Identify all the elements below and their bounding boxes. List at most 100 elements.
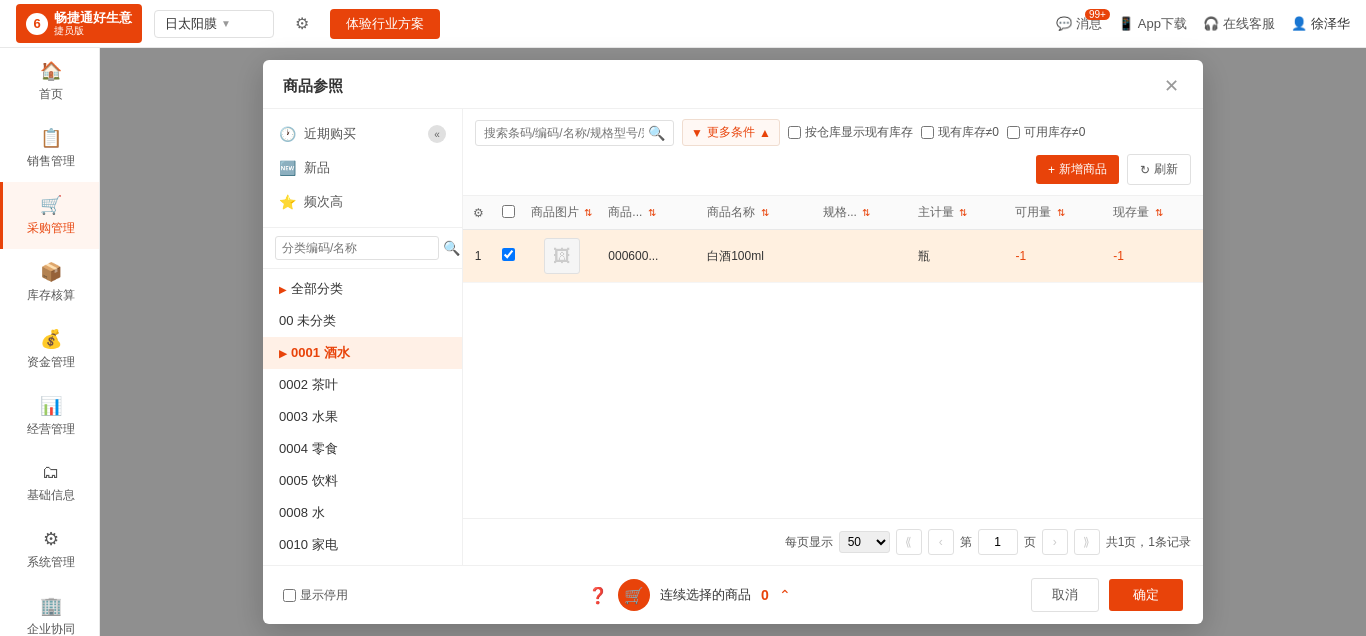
cancel-button[interactable]: 取消	[1031, 578, 1099, 612]
warehouse-checkbox[interactable]	[788, 126, 801, 139]
row-checkbox[interactable]	[502, 248, 515, 261]
sidebar-item-sales[interactable]: 📋 销售管理	[0, 115, 99, 182]
table-header-unit[interactable]: 主计量 ⇅	[910, 196, 1008, 230]
store-name: 日太阳膜	[165, 15, 217, 33]
headset-icon: 🎧	[1203, 16, 1219, 31]
warehouse-checkbox-label[interactable]: 按仓库显示现有库存	[788, 124, 913, 141]
table-header-available[interactable]: 可用量 ⇅	[1007, 196, 1105, 230]
modal-title: 商品参照	[283, 77, 343, 96]
sidebar-item-inventory[interactable]: 📦 库存核算	[0, 249, 99, 316]
online-service-button[interactable]: 🎧 在线客服	[1203, 15, 1275, 33]
per-page-select[interactable]: 50 20 100	[839, 531, 890, 553]
category-search-icon[interactable]: 🔍	[443, 240, 460, 256]
collapse-footer-icon[interactable]: ⌃	[779, 587, 791, 603]
table-header-spec[interactable]: 规格... ⇅	[815, 196, 910, 230]
quick-item-new[interactable]: 🆕 新品	[263, 151, 462, 185]
cat-item-0001[interactable]: ▶ 0001 酒水	[263, 337, 462, 369]
stock-checkbox[interactable]	[921, 126, 934, 139]
quick-item-recent[interactable]: 🕐 近期购买 «	[263, 117, 462, 151]
page-suffix: 页	[1024, 534, 1036, 551]
new-icon: 🆕	[279, 160, 296, 176]
cat-item-0004[interactable]: 0004 零食	[263, 433, 462, 465]
avatar: 👤	[1291, 16, 1307, 31]
app-download-button[interactable]: 📱 App下载	[1118, 15, 1187, 33]
system-icon: ⚙	[43, 528, 59, 550]
sort-icon-unit: ⇅	[959, 207, 967, 218]
cat-item-0008[interactable]: 0008 水	[263, 497, 462, 529]
total-info: 共1页，1条记录	[1106, 534, 1191, 551]
cat-item-0008-label: 0008 水	[279, 504, 325, 522]
table-header-checkbox[interactable]	[493, 196, 523, 230]
sidebar-item-purchase[interactable]: 🛒 采购管理	[0, 182, 99, 249]
sidebar-item-finance[interactable]: 💰 资金管理	[0, 316, 99, 383]
show-disabled-text: 显示停用	[300, 587, 348, 604]
user-name: 徐泽华	[1311, 15, 1350, 33]
row-checkbox-cell[interactable]	[493, 230, 523, 283]
messages-button[interactable]: 💬 消息 99+	[1056, 15, 1102, 33]
basic-icon: 🗂	[42, 462, 60, 483]
footer-right: 取消 确定	[1031, 578, 1183, 612]
quick-item-recent-label: 近期购买	[304, 125, 356, 143]
table-header-settings[interactable]: ⚙	[463, 196, 493, 230]
stock-checkbox-label[interactable]: 现有库存≠0	[921, 124, 999, 141]
enterprise-icon: 🏢	[40, 595, 62, 617]
page-first-button[interactable]: ⟪	[896, 529, 922, 555]
add-product-button[interactable]: + 新增商品	[1036, 155, 1119, 184]
show-disabled-checkbox[interactable]	[283, 589, 296, 602]
filter-button[interactable]: ▼ 更多条件 ▲	[682, 119, 780, 146]
app-download-label: App下载	[1138, 15, 1187, 33]
collapse-button[interactable]: «	[428, 125, 446, 143]
sort-icon-spec: ⇅	[862, 207, 870, 218]
show-disabled-label[interactable]: 显示停用	[283, 587, 348, 604]
table-header-name[interactable]: 商品名称 ⇅	[699, 196, 815, 230]
table-header-row: ⚙ 商品图片 ⇅	[463, 196, 1203, 230]
trial-button[interactable]: 体验行业方案	[330, 9, 440, 39]
modal-close-button[interactable]: ✕	[1159, 74, 1183, 98]
pagination: 每页显示 50 20 100 ⟪ ‹ 第 页 ›	[463, 518, 1203, 565]
cat-item-0002-label: 0002 茶叶	[279, 376, 338, 394]
available-checkbox-label[interactable]: 可用库存≠0	[1007, 124, 1085, 141]
cat-item-0002[interactable]: 0002 茶叶	[263, 369, 462, 401]
cat-item-0005[interactable]: 0005 饮料	[263, 465, 462, 497]
product-search-input[interactable]	[484, 126, 644, 140]
select-all-checkbox[interactable]	[502, 205, 515, 218]
modal-left-panel: 🕐 近期购买 « 🆕 新品 ⭐ 频次高	[263, 109, 463, 565]
help-icon[interactable]: ❓	[588, 586, 608, 605]
table-header-image[interactable]: 商品图片 ⇅	[523, 196, 600, 230]
sidebar-item-basic[interactable]: 🗂 基础信息	[0, 450, 99, 516]
cart-button[interactable]: 🛒	[618, 579, 650, 611]
page-input[interactable]	[978, 529, 1018, 555]
confirm-button[interactable]: 确定	[1109, 579, 1183, 611]
cat-item-0010[interactable]: 0010 家电	[263, 529, 462, 561]
available-checkbox[interactable]	[1007, 126, 1020, 139]
table-header-stock[interactable]: 现存量 ⇅	[1105, 196, 1203, 230]
inventory-icon: 📦	[40, 261, 62, 283]
table-header-code[interactable]: 商品... ⇅	[600, 196, 699, 230]
table-row[interactable]: 1 🖼 000600... 白酒100ml	[463, 230, 1203, 283]
sort-icon-stock: ⇅	[1155, 207, 1163, 218]
page-prev-button[interactable]: ‹	[928, 529, 954, 555]
layout: 🏠 首页 📋 销售管理 🛒 采购管理 📦 库存核算 💰 资金管理 📊 经营管理 …	[0, 48, 1366, 636]
sidebar-item-enterprise[interactable]: 🏢 企业协同	[0, 583, 99, 636]
page-last-button[interactable]: ⟫	[1074, 529, 1100, 555]
quick-item-frequent[interactable]: ⭐ 频次高	[263, 185, 462, 219]
user-menu[interactable]: 👤 徐泽华	[1291, 15, 1350, 33]
sales-icon: 📋	[40, 127, 62, 149]
sidebar-item-home[interactable]: 🏠 首页	[0, 48, 99, 115]
sidebar-item-business[interactable]: 📊 经营管理	[0, 383, 99, 450]
product-table: ⚙ 商品图片 ⇅	[463, 196, 1203, 283]
sidebar-item-system[interactable]: ⚙ 系统管理	[0, 516, 99, 583]
cat-item-00[interactable]: 00 未分类	[263, 305, 462, 337]
cat-item-0003[interactable]: 0003 水果	[263, 401, 462, 433]
settings-icon[interactable]: ⚙	[286, 8, 318, 40]
cat-arrow-0001: ▶	[279, 348, 287, 359]
page-next-button[interactable]: ›	[1042, 529, 1068, 555]
category-search-input[interactable]	[275, 236, 439, 260]
cat-item-all[interactable]: ▶ 全部分类	[263, 273, 462, 305]
search-icon[interactable]: 🔍	[648, 125, 665, 141]
category-tree: ▶ 全部分类 00 未分类 ▶ 0001 酒水 0002 茶	[263, 269, 462, 565]
refresh-button[interactable]: ↻ 刷新	[1127, 154, 1191, 185]
store-selector[interactable]: 日太阳膜 ▼	[154, 10, 274, 38]
row-available: -1	[1007, 230, 1105, 283]
chevron-down-icon: ▼	[221, 18, 231, 29]
